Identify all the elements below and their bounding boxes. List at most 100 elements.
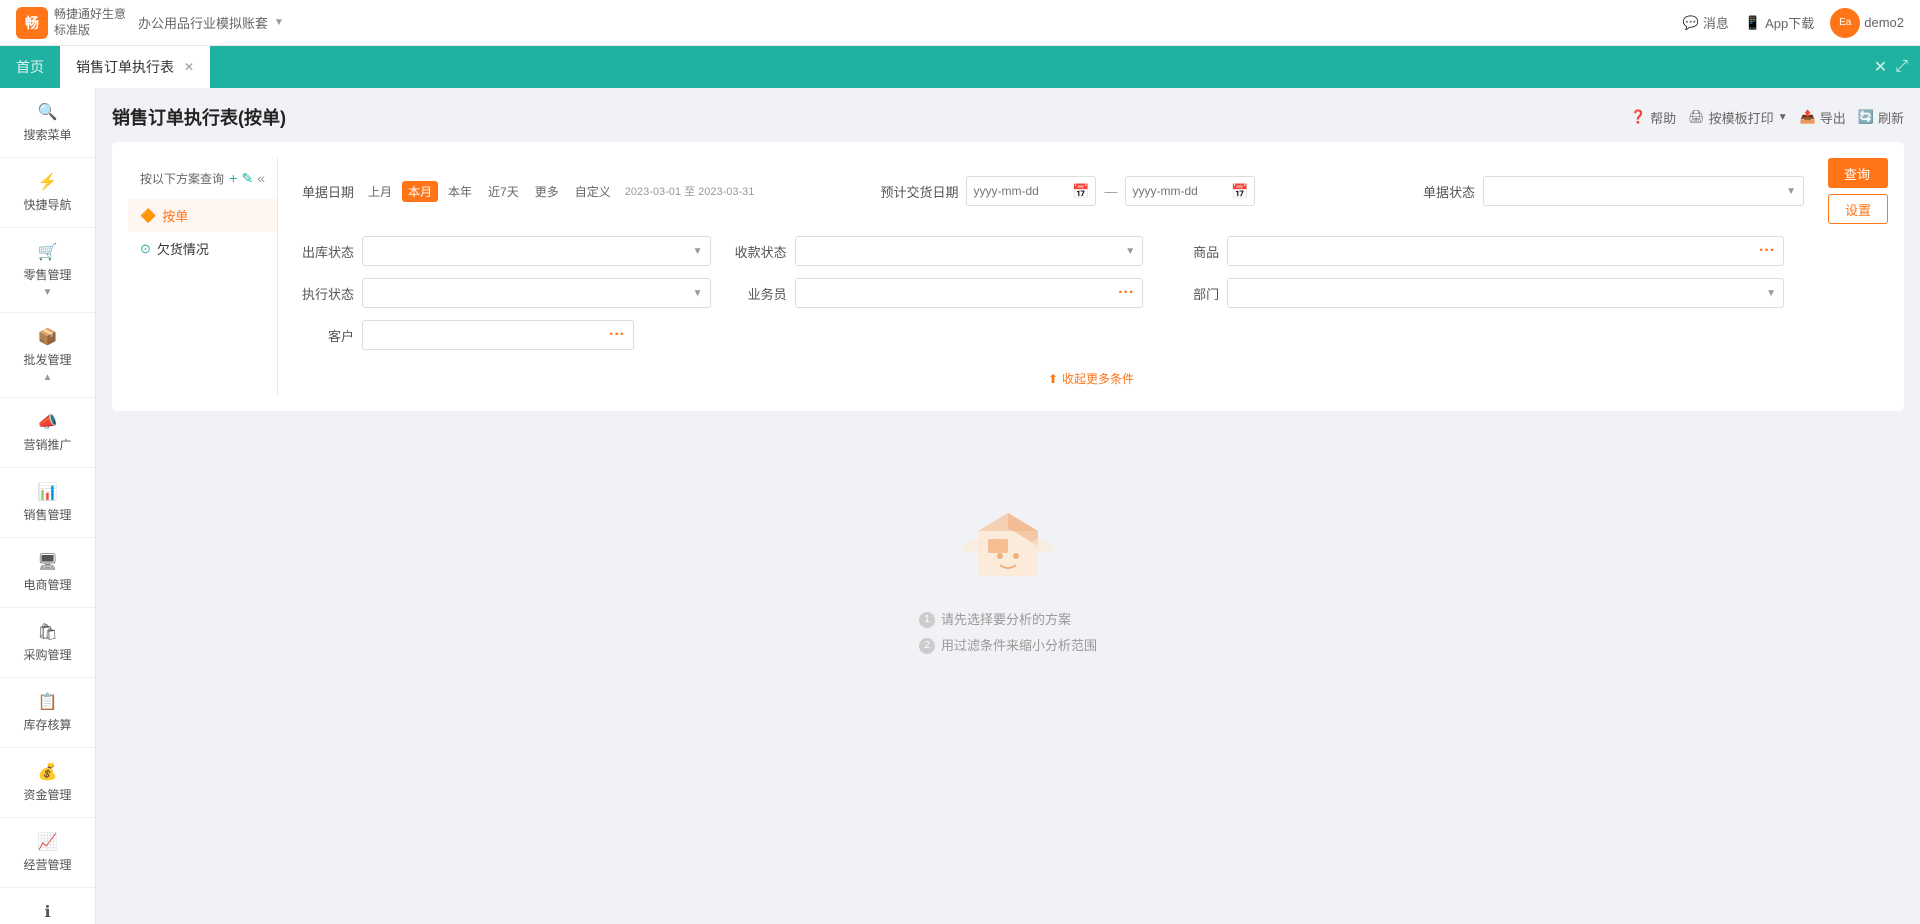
logo-text: 畅捷通好生意 标准版 (54, 7, 126, 38)
app-download-btn[interactable]: 📱 App下载 (1745, 13, 1814, 32)
search-btn[interactable]: 查询 (1828, 158, 1888, 188)
sidebar-item-sales[interactable]: 📊 销售管理 (0, 468, 95, 538)
refresh-btn[interactable]: 🔄 刷新 (1858, 108, 1904, 127)
tab-close-btn[interactable]: ✕ (184, 60, 194, 74)
breadcrumb[interactable]: 办公用品行业模拟账套 ▼ (138, 13, 284, 32)
inner-sidebar-header: 按以下方案查询 + ✎ « (128, 170, 277, 195)
dept-select-wrap: ▼ (1227, 278, 1784, 308)
basic-info-icon: ℹ (44, 902, 50, 922)
topbar: 畅 畅捷通好生意 标准版 办公用品行业模拟账套 ▼ 💬 消息 📱 App下载 E… (0, 0, 1920, 46)
sidebar-item-wholesale[interactable]: 📦 批发管理 ▲ (0, 313, 95, 398)
expected-date-start[interactable] (973, 184, 1072, 198)
wholesale-arrow-icon: ▲ (43, 372, 53, 383)
expected-date-end[interactable] (1132, 184, 1231, 198)
message-btn[interactable]: 💬 消息 (1683, 13, 1729, 32)
customer-dots-icon[interactable]: ··· (609, 326, 625, 344)
expected-date-label: 预计交货日期 (880, 182, 958, 201)
page-content: 销售订单执行表(按单) ❓ 帮助 🖨 按模板打印 ▼ 📤 导出 (96, 88, 1920, 755)
tab-close-icon[interactable]: ✕ (1874, 57, 1887, 77)
goods-label: 商品 (1159, 242, 1219, 261)
finance-icon: 💰 (38, 762, 58, 782)
receive-status-select[interactable] (795, 236, 1144, 266)
salesperson-dots-icon[interactable]: ··· (1118, 284, 1134, 302)
filter-row-4: 客户 ··· (294, 320, 1888, 350)
export-btn[interactable]: 📤 导出 (1800, 108, 1846, 127)
collapse-up-icon: ⬆ (1048, 372, 1058, 386)
receive-status-select-wrap: ▼ (795, 236, 1144, 266)
sidebar-item-search-menu[interactable]: 🔍 搜索菜单 (0, 88, 95, 158)
shortcut-more[interactable]: 更多 (529, 181, 565, 202)
collapse-bar[interactable]: ⬆ 收起更多条件 (294, 362, 1888, 395)
salesperson-input[interactable] (804, 286, 1119, 301)
empty-tips: 1 请先选择要分析的方案 2 用过滤条件来缩小分析范围 (919, 607, 1097, 659)
customer-input[interactable] (371, 328, 609, 343)
customer-input-wrap: ··· (362, 320, 634, 350)
inner-sidebar: 按以下方案查询 + ✎ « 🔶 按单 ⊙ 欠货情况 (128, 158, 278, 395)
sidebar-item-retail[interactable]: 🛒 零售管理 ▼ (0, 228, 95, 313)
logo-icon: 畅 (16, 7, 48, 39)
shortcut-custom[interactable]: 自定义 (569, 181, 617, 202)
filter-row-3: 执行状态 ▼ 业务员 ·· (294, 278, 1888, 308)
tab-expand-icon[interactable]: ⤢ (1895, 58, 1908, 76)
print-btn[interactable]: 🖨 按模板打印 ▼ (1688, 108, 1787, 127)
date-shortcuts: 上月 本月 本年 近7天 更多 自定义 (362, 181, 617, 202)
setting-btn[interactable]: 设置 (1828, 194, 1888, 224)
dept-select[interactable] (1227, 278, 1784, 308)
goods-input[interactable] (1236, 244, 1759, 259)
inner-item-press-single[interactable]: 🔶 按单 (128, 199, 277, 232)
goods-input-wrap: ··· (1227, 236, 1784, 266)
calendar-end-icon[interactable]: 📅 (1231, 183, 1248, 200)
avatar: Ea (1830, 8, 1860, 38)
retail-arrow-icon: ▼ (43, 287, 53, 298)
owe-icon: ⊙ (140, 241, 151, 257)
sidebar-item-purchase[interactable]: 🛍 采购管理 (0, 608, 95, 678)
page-header: 销售订单执行表(按单) ❓ 帮助 🖨 按模板打印 ▼ 📤 导出 (112, 104, 1904, 130)
press-single-icon: 🔶 (140, 208, 156, 224)
wholesale-icon: 📦 (38, 327, 58, 347)
page-actions: ❓ 帮助 🖨 按模板打印 ▼ 📤 导出 🔄 刷新 (1630, 108, 1904, 127)
exec-status-group: 执行状态 ▼ (294, 278, 711, 308)
edit-scheme-btn[interactable]: ✎ (241, 170, 253, 187)
sidebar-item-inventory[interactable]: 📋 库存核算 (0, 678, 95, 748)
sidebar-item-ecommerce[interactable]: 🖥 电商管理 (0, 538, 95, 608)
sidebar-item-operations[interactable]: 📈 经营管理 (0, 818, 95, 888)
shortcut-7days[interactable]: 近7天 (482, 181, 525, 202)
out-status-select[interactable] (362, 236, 711, 266)
topbar-right: 💬 消息 📱 App下载 Ea demo2 (1683, 8, 1904, 38)
filter-row-1: 单据日期 上月 本月 本年 近7天 更多 自定义 2023-03-01 至 20… (294, 158, 1888, 224)
print-icon: 🖨 (1688, 109, 1705, 125)
dept-group: 部门 ▼ (1159, 278, 1784, 308)
tabbar: 首页 销售订单执行表 ✕ ✕ ⤢ (0, 46, 1920, 88)
help-btn[interactable]: ❓ 帮助 (1630, 108, 1676, 127)
goods-dots-icon[interactable]: ··· (1759, 242, 1775, 260)
exec-status-label: 执行状态 (294, 284, 354, 303)
collapse-scheme-btn[interactable]: « (257, 170, 265, 187)
page-title: 销售订单执行表(按单) (112, 104, 286, 130)
filter-panel: 按以下方案查询 + ✎ « 🔶 按单 ⊙ 欠货情况 (112, 142, 1904, 411)
shortcut-this-year[interactable]: 本年 (442, 181, 478, 202)
ecommerce-icon: 🖥 (37, 552, 57, 572)
tab-home[interactable]: 首页 (0, 46, 60, 88)
salesperson-group: 业务员 ··· (727, 278, 1144, 308)
user-avatar-area[interactable]: Ea demo2 (1830, 8, 1904, 38)
expected-date-start-wrap: 📅 (966, 176, 1096, 206)
expected-date-end-wrap: 📅 (1125, 176, 1255, 206)
shortcut-last-month[interactable]: 上月 (362, 181, 398, 202)
status-select[interactable] (1483, 176, 1804, 206)
sidebar-item-marketing[interactable]: 📣 营销推广 (0, 398, 95, 468)
sidebar-item-basic-info[interactable]: ℹ 基础信息 (0, 888, 95, 924)
sidebar-item-quick-nav[interactable]: ⚡ 快捷导航 (0, 158, 95, 228)
shortcut-this-month[interactable]: 本月 (402, 181, 438, 202)
empty-tip-2: 2 用过滤条件来缩小分析范围 (919, 633, 1097, 659)
sidebar-item-finance[interactable]: 💰 资金管理 (0, 748, 95, 818)
sidebar: 🔍 搜索菜单 ⚡ 快捷导航 🛒 零售管理 ▼ 📦 批发管理 ▲ 📣 营销推广 📊… (0, 88, 96, 924)
exec-status-select[interactable] (362, 278, 711, 308)
customer-group: 客户 ··· (294, 320, 634, 350)
content-area: 销售订单执行表(按单) ❓ 帮助 🖨 按模板打印 ▼ 📤 导出 (96, 88, 1920, 924)
empty-illustration (958, 491, 1058, 591)
inner-item-owe-situation[interactable]: ⊙ 欠货情况 (128, 232, 277, 265)
tabbar-right: ✕ ⤢ (1874, 57, 1920, 77)
add-scheme-btn[interactable]: + (229, 170, 237, 187)
calendar-start-icon[interactable]: 📅 (1072, 183, 1089, 200)
tab-sales-order[interactable]: 销售订单执行表 ✕ (60, 46, 210, 88)
